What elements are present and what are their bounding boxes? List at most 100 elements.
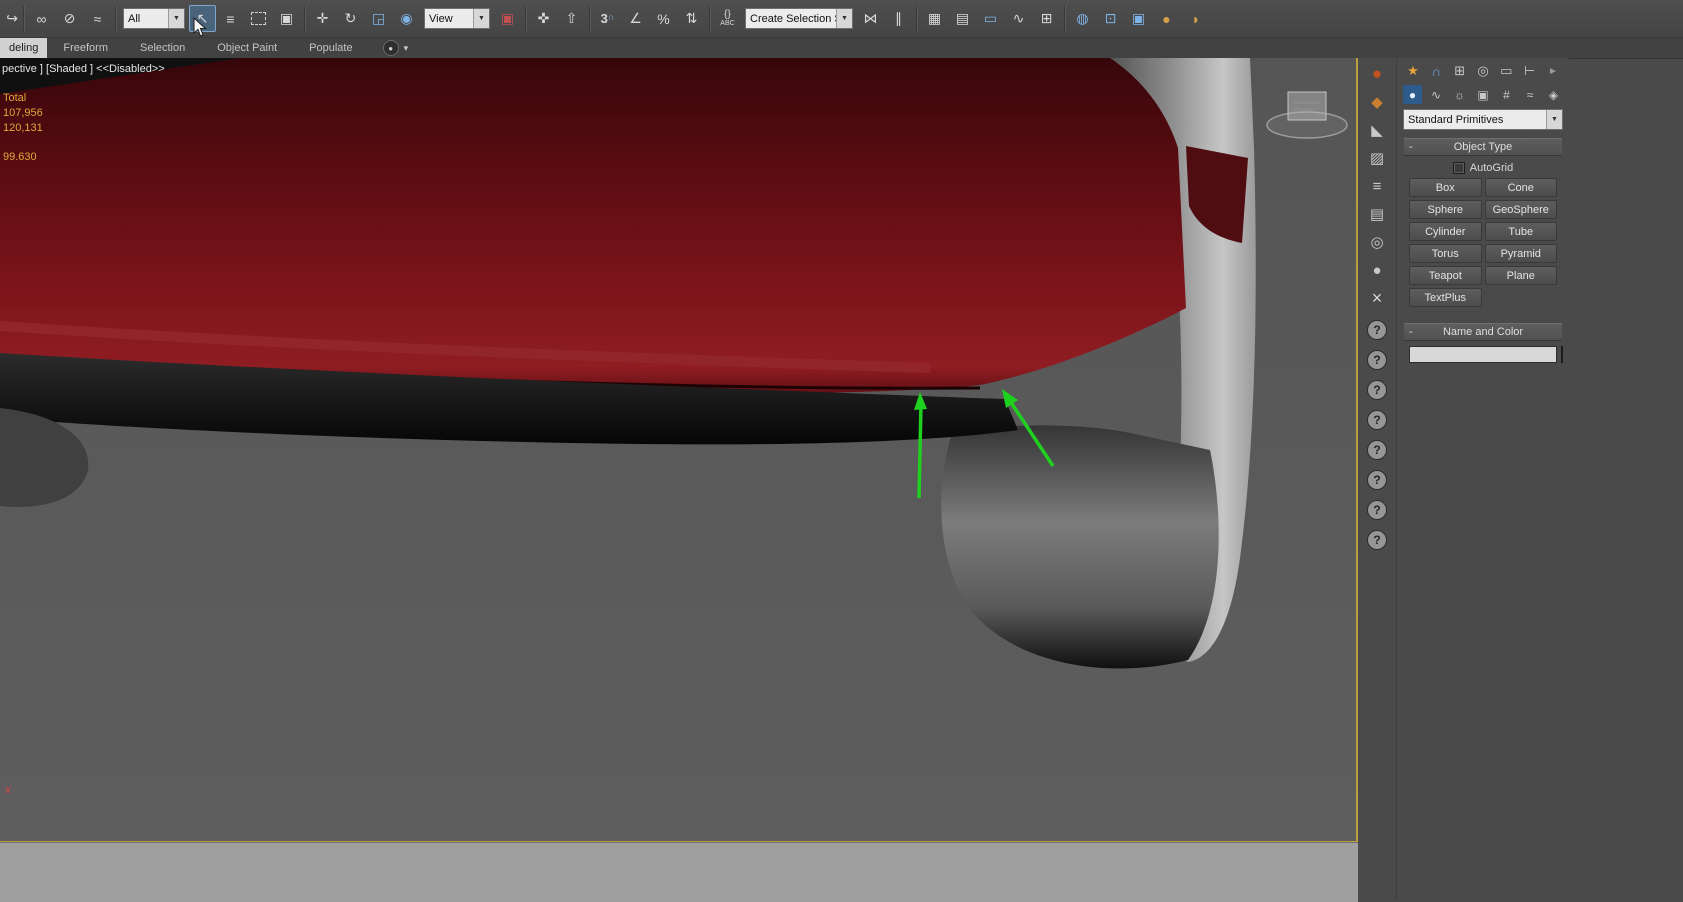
help-script-button-8[interactable]: ?	[1367, 530, 1387, 550]
help-script-button-2[interactable]: ?	[1367, 350, 1387, 370]
textplus-button[interactable]: TextPlus	[1409, 288, 1482, 307]
name-and-color-rollout-header[interactable]: - Name and Color	[1404, 323, 1562, 341]
select-object-button[interactable]: ↖	[189, 5, 216, 32]
primitives-dropdown-value: Standard Primitives	[1408, 113, 1504, 126]
object-name-input[interactable]	[1409, 346, 1557, 363]
help-script-button-7[interactable]: ?	[1367, 500, 1387, 520]
category-geometry[interactable]: ●	[1403, 85, 1422, 104]
keyboard-shortcut-override-icon[interactable]: ⇧	[558, 5, 585, 32]
tab-populate[interactable]: Populate	[293, 38, 368, 58]
teapot-button[interactable]: Teapot	[1409, 266, 1482, 285]
brick-icon[interactable]: ▤	[1364, 202, 1390, 226]
car-body[interactable]	[0, 58, 1186, 394]
snaps-toggle-icon[interactable]: 3 ∩	[594, 5, 621, 32]
rendered-frame-window-icon[interactable]: ▣	[1125, 5, 1152, 32]
help-script-button-3[interactable]: ?	[1367, 380, 1387, 400]
torus-button[interactable]: Torus	[1409, 244, 1482, 263]
pyramid-button[interactable]: Pyramid	[1484, 244, 1557, 263]
category-helpers[interactable]: #	[1497, 85, 1516, 104]
create-category-row: ● ∿ ☼ ▣ # ≈ ◈	[1397, 82, 1569, 105]
align-icon[interactable]: ∥	[885, 5, 912, 32]
category-shapes[interactable]: ∿	[1427, 85, 1446, 104]
angle-snap-toggle-icon[interactable]: ∠	[622, 5, 649, 32]
redo-icon[interactable]: ↪	[2, 5, 19, 32]
teapot-render-icon[interactable]: ●	[1364, 62, 1390, 86]
spinner-snap-toggle-icon[interactable]: ⇅	[678, 5, 705, 32]
paint-bucket-icon[interactable]: ◆	[1364, 90, 1390, 114]
select-and-scale-icon[interactable]: ◲	[365, 5, 392, 32]
rectangular-selection-region-icon[interactable]	[245, 5, 272, 32]
layer-explorer-icon[interactable]: ▤	[949, 5, 976, 32]
reference-coordinate-system-dropdown[interactable]: View ▼	[424, 8, 490, 29]
select-and-link-icon[interactable]: ∞	[28, 5, 55, 32]
mirror-icon[interactable]: ⋈	[857, 5, 884, 32]
ribbon-minimize-arrow-icon[interactable]: ▾	[404, 43, 409, 54]
edit-named-selection-sets-icon[interactable]: {} ABC	[714, 5, 741, 32]
close-x-icon[interactable]: ×	[1364, 286, 1390, 310]
help-script-button-6[interactable]: ?	[1367, 470, 1387, 490]
bind-to-space-warp-icon[interactable]: ≈	[84, 5, 111, 32]
render-flyout-icon[interactable]: ◑	[1181, 5, 1208, 32]
cone-button[interactable]: Cone	[1484, 178, 1557, 197]
sphere-icon[interactable]: ●	[1364, 258, 1390, 282]
named-selection-sets-dropdown[interactable]: Create Selection Se ▼	[745, 8, 853, 29]
panel-expand-arrow-icon[interactable]: ►	[1543, 61, 1563, 81]
select-and-place-icon[interactable]: ◉	[393, 5, 420, 32]
window-crossing-icon[interactable]: ▣	[273, 5, 300, 32]
tab-create[interactable]: ★	[1403, 61, 1423, 81]
unlink-selection-icon[interactable]: ⊘	[56, 5, 83, 32]
tube-button[interactable]: Tube	[1484, 222, 1557, 241]
protractor-icon[interactable]: ◣	[1364, 118, 1390, 142]
object-type-rollout: - Object Type AutoGrid Box Cone Sphere G…	[1404, 138, 1562, 315]
tab-display[interactable]: ▭	[1496, 61, 1516, 81]
tab-object-paint[interactable]: Object Paint	[201, 38, 293, 58]
sphere-button[interactable]: Sphere	[1409, 200, 1482, 219]
ribbon-toggle-icon[interactable]: ▭	[977, 5, 1004, 32]
render-production-icon[interactable]: ●	[1153, 5, 1180, 32]
select-by-name-icon[interactable]: ≡	[217, 5, 244, 32]
curve-editor-icon[interactable]: ∿	[1005, 5, 1032, 32]
tab-hierarchy[interactable]: ⊞	[1450, 61, 1470, 81]
use-pivot-point-center-icon[interactable]: ▣	[494, 5, 521, 32]
cylinder-button[interactable]: Cylinder	[1409, 222, 1482, 241]
select-and-move-icon[interactable]: ✛	[309, 5, 336, 32]
geosphere-button[interactable]: GeoSphere	[1484, 200, 1557, 219]
tab-motion[interactable]: ◎	[1473, 61, 1493, 81]
category-cameras[interactable]: ▣	[1474, 85, 1493, 104]
render-setup-icon[interactable]: ⊡	[1097, 5, 1124, 32]
autogrid-checkbox[interactable]	[1452, 161, 1465, 174]
scene-explorer-icon[interactable]: ▦	[921, 5, 948, 32]
layer-stack-icon[interactable]: ≡	[1364, 174, 1390, 198]
help-script-button-1[interactable]: ?	[1367, 320, 1387, 340]
primitives-category-dropdown[interactable]: Standard Primitives ▼	[1403, 109, 1563, 130]
percent-snap-toggle-icon[interactable]: %	[650, 5, 677, 32]
selection-filter-dropdown[interactable]: All ▼	[123, 8, 185, 29]
tab-selection[interactable]: Selection	[124, 38, 201, 58]
tab-freeform[interactable]: Freeform	[47, 38, 124, 58]
checker-box-icon[interactable]: ▨	[1364, 146, 1390, 170]
schematic-view-icon[interactable]: ⊞	[1033, 5, 1060, 32]
plane-button[interactable]: Plane	[1484, 266, 1557, 285]
ribbon-tab-bar: deling Freeform Selection Object Paint P…	[0, 38, 1683, 59]
material-editor-icon[interactable]: ◍	[1069, 5, 1096, 32]
select-and-rotate-icon[interactable]: ↻	[337, 5, 364, 32]
category-systems[interactable]: ◈	[1544, 85, 1563, 104]
category-space-warps[interactable]: ≈	[1521, 85, 1540, 104]
object-type-rollout-header[interactable]: - Object Type	[1404, 138, 1562, 156]
select-and-manipulate-icon[interactable]: ✜	[530, 5, 557, 32]
box-button[interactable]: Box	[1409, 178, 1482, 197]
wireframe-sphere-icon[interactable]: ◎	[1364, 230, 1390, 254]
tab-modeling[interactable]: deling	[0, 38, 48, 58]
category-lights[interactable]: ☼	[1450, 85, 1469, 104]
command-panel-tabs: ★ ∩ ⊞ ◎ ▭ ⊢ ►	[1397, 58, 1569, 82]
tab-modify[interactable]: ∩	[1426, 61, 1446, 81]
viewport-label[interactable]: pective ] [Shaded ] <<Disabled>>	[2, 63, 165, 75]
help-script-button-4[interactable]: ?	[1367, 410, 1387, 430]
viewport-3d-canvas[interactable]	[0, 58, 1356, 841]
help-script-button-5[interactable]: ?	[1367, 440, 1387, 460]
perspective-viewport[interactable]: pective ] [Shaded ] <<Disabled>> Total 1…	[0, 58, 1358, 842]
ribbon-config-icon[interactable]: ●	[382, 40, 399, 56]
selection-set-value: Create Selection Se	[750, 12, 836, 25]
object-color-swatch[interactable]	[1561, 346, 1563, 363]
tab-utilities[interactable]: ⊢	[1520, 61, 1540, 81]
